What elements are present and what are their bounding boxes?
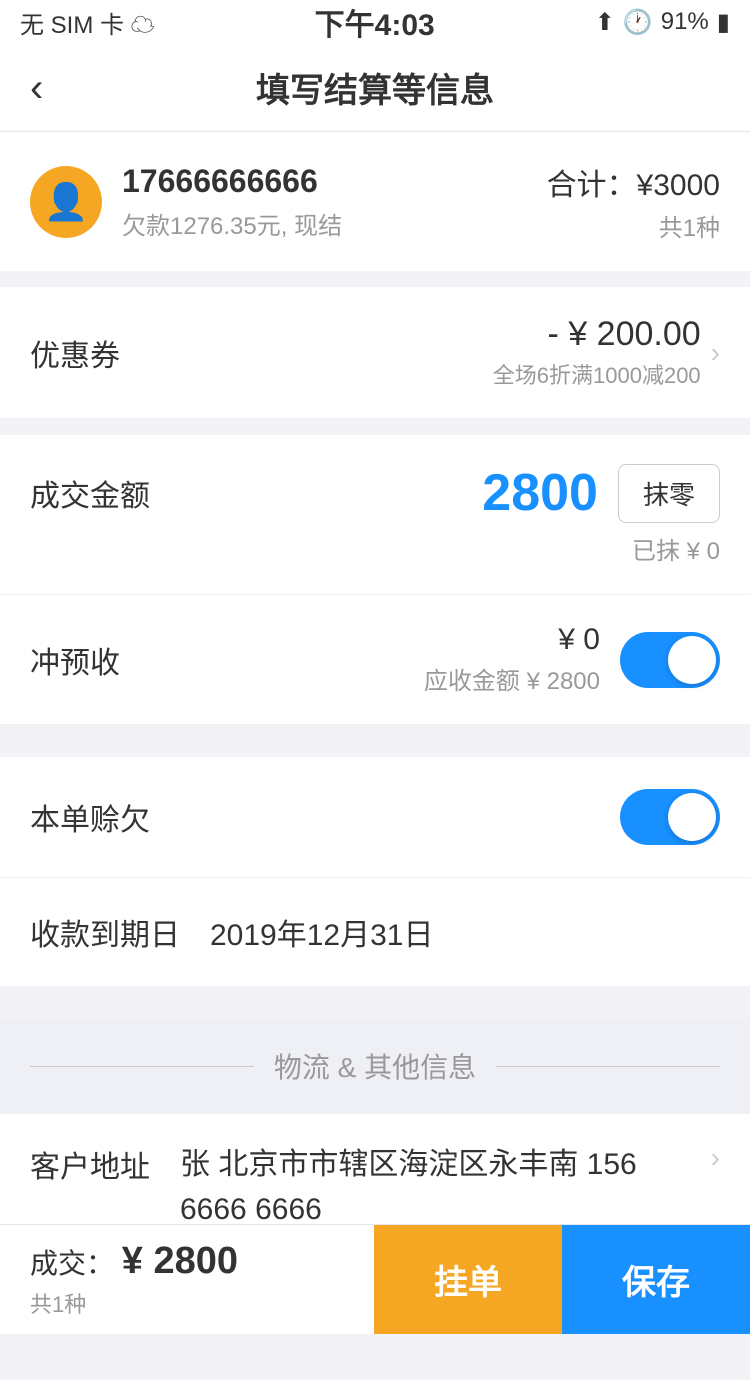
coupon-desc: 全场6折满1000减200 [493,358,701,390]
deal-right: 2800 抹零 [482,463,720,523]
back-button[interactable]: ‹ [30,68,43,108]
logistics-title: 物流 & 其他信息 [274,1046,476,1086]
bottom-count: 共1种 [30,1287,344,1319]
due-date-row: 收款到期日 2019年12月31日 [0,877,750,986]
customer-debt: 欠款1276.35元, 现结 [122,206,342,241]
logistics-line-right [496,1066,720,1067]
signal-text: 无 SIM 卡 ☁ [20,5,155,40]
avatar-icon: 👤 [44,181,89,223]
customer-left: 👤 17666666666 欠款1276.35元, 现结 [30,163,342,241]
deal-label: 成交金额 [30,471,150,515]
coupon-row[interactable]: 优惠券 - ¥ 200.00 全场6折满1000减200 › [0,287,750,419]
coupon-label: 优惠券 [30,331,120,375]
battery-icon: ▮ [717,8,730,37]
charge-toggle[interactable] [620,632,720,688]
nav-bar: ‹ 填写结算等信息 [0,44,750,132]
deal-amount-section: 成交金额 2800 抹零 已抹 ¥ 0 [0,435,750,595]
section-divider-1 [0,419,750,435]
battery-text: 91% [661,8,709,36]
bottom-deal-row: 成交： ¥ 2800 [30,1240,344,1283]
main-content: 👤 17666666666 欠款1276.35元, 现结 合计：¥3000 共1… [0,132,750,1380]
charge-right: ¥ 0 应收金额 ¥ 2800 [424,623,720,696]
customer-right: 合计：¥3000 共1种 [547,160,720,243]
total-count: 共1种 [547,208,720,243]
status-bar: 无 SIM 卡 ☁ 下午4:03 ⬆ 🕐 91% ▮ [0,0,750,44]
bottom-summary: 成交： ¥ 2800 共1种 [0,1225,374,1334]
coupon-content: - ¥ 200.00 全场6折满1000减200 [493,315,701,390]
deal-row: 成交金额 2800 抹零 [30,463,720,523]
section-divider-3 [0,986,750,1002]
deal-sub-text: 已抹 ¥ 0 [30,531,720,566]
debt-row: 本单赊欠 [0,757,750,877]
pend-button[interactable]: 挂单 [374,1225,562,1334]
customer-card: 👤 17666666666 欠款1276.35元, 现结 合计：¥3000 共1… [0,132,750,271]
address-label: 客户地址 [30,1142,150,1186]
avatar: 👤 [30,166,102,238]
save-button[interactable]: 保存 [562,1225,750,1334]
due-date-value: 2019年12月31日 [210,910,433,954]
debt-toggle[interactable] [620,789,720,845]
status-right: ⬆ 🕐 91% ▮ [595,8,730,37]
charge-label: 冲预收 [30,638,120,682]
logistics-line-left [30,1066,254,1067]
bottom-deal-label: 成交： [30,1248,114,1279]
section-divider-2 [0,725,750,741]
chevron-right-icon: › [711,337,720,369]
debt-label: 本单赊欠 [30,795,150,839]
charge-amount: ¥ 0 [424,623,600,657]
page-title: 填写结算等信息 [256,63,494,112]
customer-info: 17666666666 欠款1276.35元, 现结 [122,163,342,241]
clock-icon: 🕐 [623,8,653,37]
bottom-bar: 成交： ¥ 2800 共1种 挂单 保存 [0,1224,750,1334]
location-icon: ⬆ [595,8,615,37]
coupon-right: - ¥ 200.00 全场6折满1000减200 › [493,315,720,390]
total-amount: 合计：¥3000 [547,160,720,204]
address-value: 张 北京市市辖区海淀区永丰南 156 6666 6666 [180,1142,701,1232]
coupon-amount: - ¥ 200.00 [493,315,701,354]
deal-amount: 2800 [482,463,598,523]
charge-row: 冲预收 ¥ 0 应收金额 ¥ 2800 [0,595,750,725]
status-time: 下午4:03 [315,0,435,44]
round-button[interactable]: 抹零 [618,464,720,523]
chevron-right-icon-address: › [711,1142,720,1174]
customer-phone: 17666666666 [122,163,342,200]
charge-desc: 应收金额 ¥ 2800 [424,661,600,696]
status-left: 无 SIM 卡 ☁ [20,5,155,40]
charge-amount-wrap: ¥ 0 应收金额 ¥ 2800 [424,623,600,696]
bottom-deal-amount: ¥ 2800 [122,1240,238,1282]
logistics-header: 物流 & 其他信息 [0,1018,750,1114]
due-label: 收款到期日 [30,910,180,954]
